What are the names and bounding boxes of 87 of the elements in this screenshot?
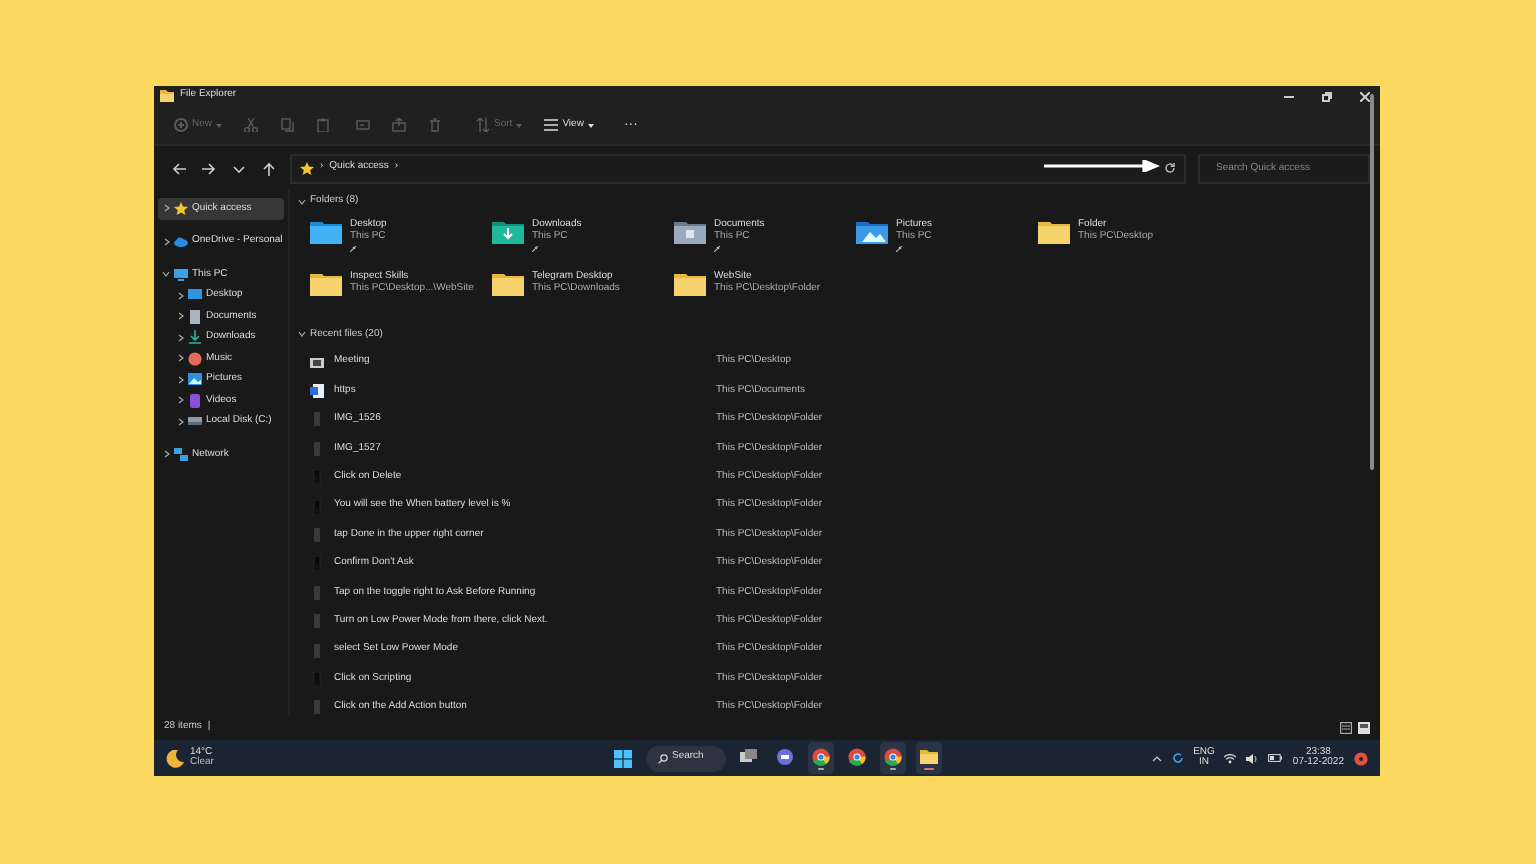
task-view-icon [740, 747, 758, 765]
desktop-folder-icon [310, 217, 342, 243]
chevron-right-icon [176, 354, 184, 363]
chevron-right-icon [162, 237, 170, 246]
minimize-icon [1283, 95, 1293, 97]
chrome-icon [884, 747, 902, 765]
back-button[interactable] [172, 161, 186, 175]
computer-icon [174, 267, 188, 282]
chevron-right-icon [176, 312, 184, 321]
copy-icon [280, 118, 295, 132]
notification-icon [1354, 751, 1368, 765]
folder-icon [1038, 217, 1070, 243]
details-view-icon [1340, 722, 1352, 734]
speaker-icon [1246, 753, 1259, 763]
word-document-icon [310, 384, 324, 399]
running-indicator [924, 767, 934, 769]
folder-icon [920, 747, 938, 765]
chevron-down-icon [162, 270, 170, 279]
network-icon [174, 447, 188, 462]
up-arrow-icon [262, 161, 276, 175]
video-icon [188, 393, 202, 408]
clipboard-icon [316, 118, 331, 132]
refresh-button[interactable] [1164, 162, 1176, 174]
windows-logo-icon [614, 749, 632, 767]
chrome-icon [812, 747, 830, 765]
documents-folder-icon [674, 217, 706, 243]
caret-icon [516, 123, 523, 127]
back-arrow-icon [172, 161, 186, 175]
search-icon [658, 753, 668, 763]
taskbar-app[interactable] [880, 742, 906, 774]
sort-icon [476, 118, 491, 132]
chat-icon [776, 747, 794, 765]
chevron-down-icon [232, 161, 246, 175]
chevron-right-icon [176, 396, 184, 405]
pictures-folder-icon [856, 217, 888, 243]
close-button[interactable] [1354, 87, 1374, 105]
cloud-icon [174, 234, 188, 249]
chrome-icon [848, 747, 866, 765]
chevron-down-icon[interactable] [298, 197, 306, 206]
trash-icon [428, 118, 443, 132]
chevron-right-icon [176, 417, 184, 426]
taskbar-app[interactable] [808, 742, 834, 774]
tiles-view-button[interactable] [1358, 722, 1370, 734]
caret-icon [216, 123, 223, 127]
folder-icon [674, 269, 706, 295]
picture-icon [188, 372, 202, 387]
video-thumbnail-icon [310, 355, 324, 370]
history-button[interactable] [232, 161, 246, 175]
taskbar-app[interactable] [916, 742, 942, 774]
sync-icon [1171, 752, 1184, 764]
chevron-right-icon [176, 375, 184, 384]
caret-icon [587, 123, 594, 127]
star-icon [174, 201, 188, 216]
restore-icon [1321, 91, 1331, 101]
folder-icon [160, 90, 174, 102]
scissors-icon [244, 118, 259, 132]
battery-icon [1268, 754, 1283, 762]
rename-icon [356, 118, 371, 132]
music-icon [188, 351, 202, 366]
details-view-button[interactable] [1340, 722, 1352, 734]
star-icon [300, 161, 314, 175]
share-icon [392, 118, 407, 132]
chevron-right-icon [162, 450, 170, 459]
downloads-folder-icon [492, 217, 524, 243]
scrollbar-thumb[interactable] [1370, 94, 1374, 470]
forward-button[interactable] [202, 161, 216, 175]
forward-arrow-icon [202, 161, 216, 175]
chevron-right-icon [176, 291, 184, 300]
folder-icon [310, 269, 342, 295]
list-icon [544, 118, 559, 132]
desktop-icon [188, 288, 202, 303]
chevron-up-icon [1151, 755, 1162, 761]
tiles-view-icon [1358, 722, 1370, 734]
chevron-down-icon[interactable] [298, 330, 306, 339]
plus-circle-icon [174, 118, 188, 132]
close-icon [1359, 91, 1369, 101]
chevron-right-icon [162, 204, 170, 213]
restore-button[interactable] [1316, 87, 1336, 105]
moon-icon [166, 749, 184, 767]
folder-icon [492, 269, 524, 295]
download-icon [188, 330, 202, 345]
arrow-annotation [1044, 160, 1160, 172]
up-button[interactable] [262, 161, 276, 175]
wifi-icon [1224, 753, 1237, 763]
chevron-right-icon [176, 333, 184, 342]
document-icon [188, 309, 202, 324]
refresh-icon [1164, 162, 1176, 174]
